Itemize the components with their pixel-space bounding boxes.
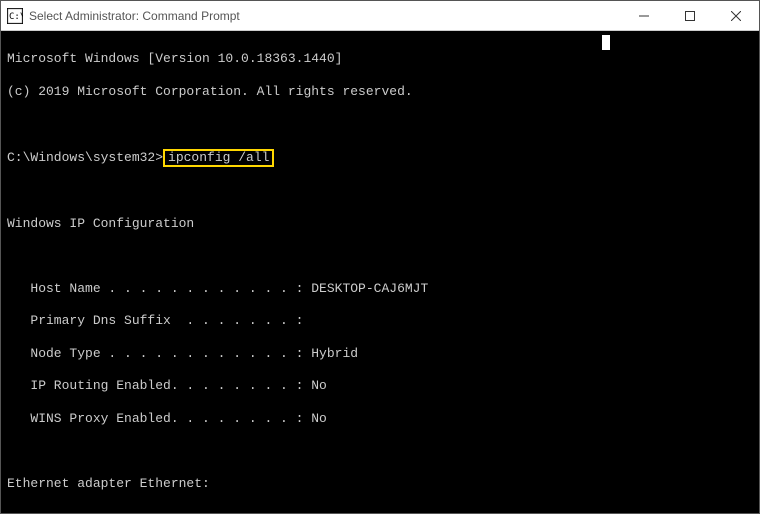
window-controls bbox=[621, 1, 759, 30]
titlebar: C:\ Select Administrator: Command Prompt bbox=[1, 1, 759, 31]
maximize-button[interactable] bbox=[667, 1, 713, 30]
wins-proxy-line: WINS Proxy Enabled. . . . . . . . : No bbox=[7, 411, 753, 427]
prompt-path: C:\Windows\system32> bbox=[7, 150, 163, 165]
blank-line bbox=[7, 248, 753, 264]
primary-dns-suffix-line: Primary Dns Suffix . . . . . . . : bbox=[7, 313, 753, 329]
minimize-button[interactable] bbox=[621, 1, 667, 30]
copyright-line: (c) 2019 Microsoft Corporation. All righ… bbox=[7, 84, 753, 100]
text-cursor bbox=[602, 35, 610, 50]
blank-line bbox=[7, 116, 753, 132]
command-text: ipconfig /all bbox=[168, 150, 269, 165]
version-line: Microsoft Windows [Version 10.0.18363.14… bbox=[7, 51, 753, 67]
prompt-line: C:\Windows\system32> ipconfig /all bbox=[7, 149, 753, 167]
blank-line bbox=[7, 183, 753, 199]
host-name-line: Host Name . . . . . . . . . . . . : DESK… bbox=[7, 281, 753, 297]
node-type-line: Node Type . . . . . . . . . . . . : Hybr… bbox=[7, 346, 753, 362]
cmd-icon: C:\ bbox=[7, 8, 23, 24]
command-highlight: ipconfig /all bbox=[163, 149, 274, 167]
window-title: Select Administrator: Command Prompt bbox=[29, 9, 621, 23]
section-header-ethernet: Ethernet adapter Ethernet: bbox=[7, 476, 753, 492]
terminal-output[interactable]: Microsoft Windows [Version 10.0.18363.14… bbox=[1, 31, 759, 513]
close-button[interactable] bbox=[713, 1, 759, 30]
svg-text:C:\: C:\ bbox=[9, 12, 23, 22]
blank-line bbox=[7, 443, 753, 459]
ip-routing-line: IP Routing Enabled. . . . . . . . : No bbox=[7, 378, 753, 394]
section-header-ipconfig: Windows IP Configuration bbox=[7, 216, 753, 232]
blank-line bbox=[7, 508, 753, 513]
